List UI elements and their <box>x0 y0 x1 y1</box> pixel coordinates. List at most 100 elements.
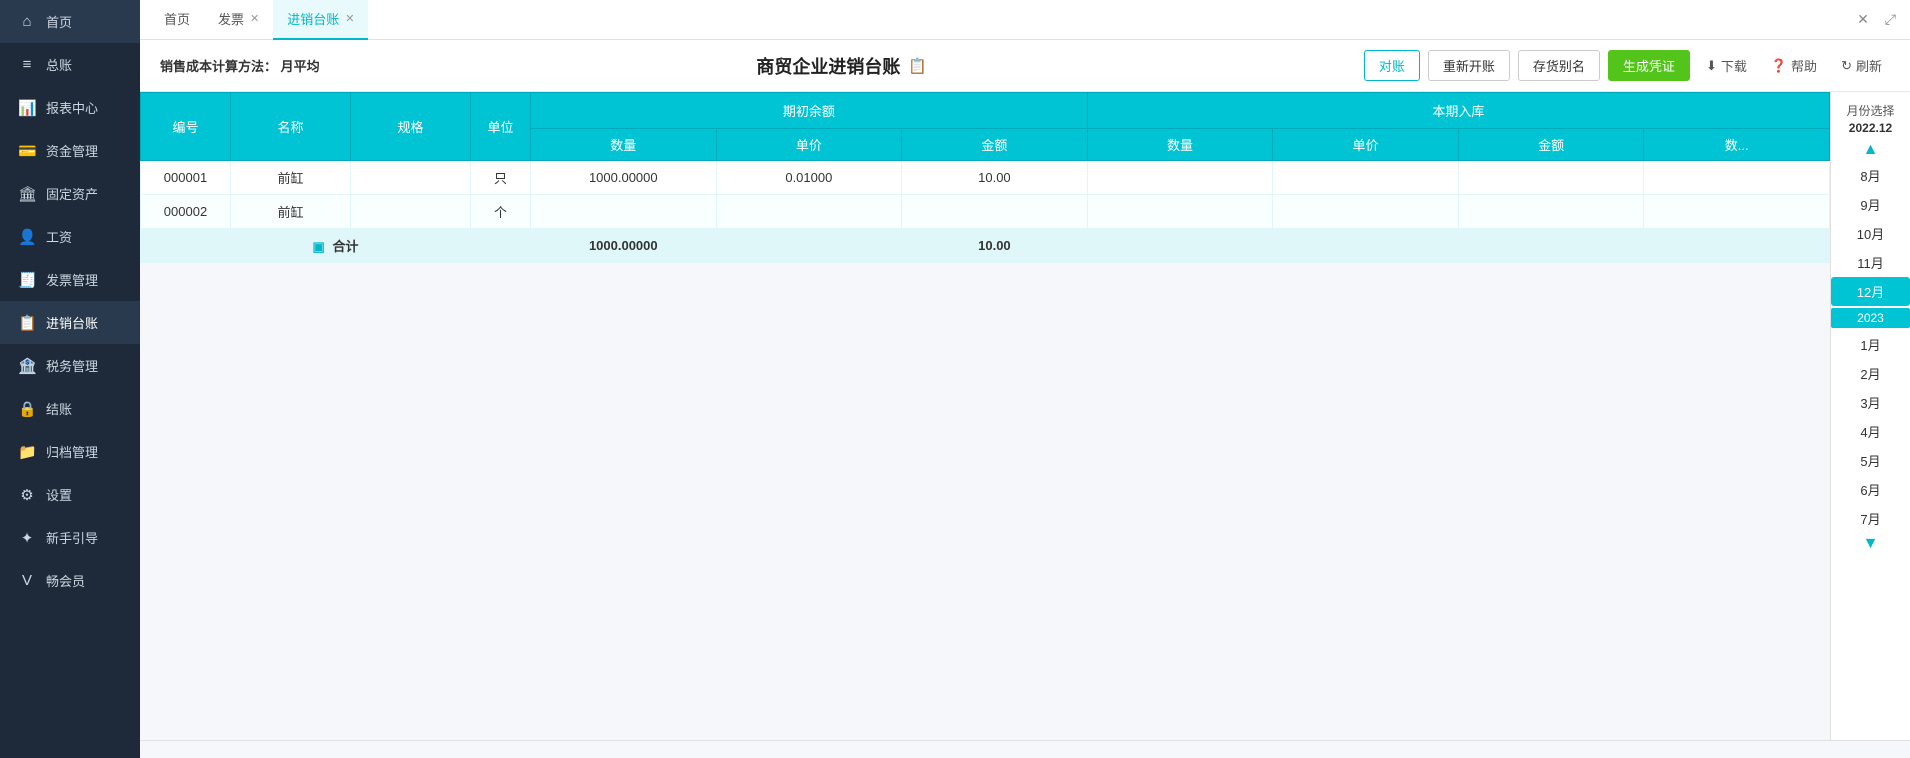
sidebar-item-close[interactable]: 🔒 结账 <box>0 387 140 430</box>
cell-in-qty <box>1087 161 1273 195</box>
cell-in-price <box>1273 195 1459 229</box>
th-id: 编号 <box>141 93 231 161</box>
sidebar-item-ledger[interactable]: ≡ 总账 <box>0 43 140 86</box>
month-item-4[interactable]: 4月 <box>1831 417 1910 446</box>
window-controls: ✕ ⤢ <box>1853 7 1900 32</box>
cell-spec <box>351 161 471 195</box>
th-init-balance: 期初余额 <box>531 93 1088 129</box>
month-item-12[interactable]: 12月 <box>1831 277 1910 306</box>
sidebar-item-salary[interactable]: 👤 工资 <box>0 215 140 258</box>
month-item-9[interactable]: 9月 <box>1831 190 1910 219</box>
cell-in-amount <box>1458 195 1644 229</box>
window-close-button[interactable]: ✕ <box>1853 7 1873 32</box>
settings-icon: ⚙ <box>18 486 36 504</box>
month-item-7[interactable]: 7月 <box>1831 504 1910 533</box>
total-in-price <box>1273 229 1459 263</box>
member-icon: V <box>18 572 36 589</box>
home-icon: ⌂ <box>18 13 36 30</box>
th-in-extra: 数... <box>1644 129 1830 161</box>
th-in-qty: 数量 <box>1087 129 1273 161</box>
funds-icon: 💳 <box>18 142 36 160</box>
th-spec: 规格 <box>351 93 471 161</box>
table-wrapper: 编号 名称 规格 单位 期初余额 本期入库 数量 单价 金额 数量 <box>140 92 1830 740</box>
total-init-amount: 10.00 <box>902 229 1088 263</box>
cell-spec <box>351 195 471 229</box>
month-item-2[interactable]: 2月 <box>1831 359 1910 388</box>
tab-home[interactable]: 首页 <box>150 0 204 40</box>
total-row: ▣ 合计 1000.00000 10.00 <box>141 229 1830 263</box>
table-row: 000002 前缸 个 <box>141 195 1830 229</box>
sidebar-item-archive[interactable]: 📁 归档管理 <box>0 430 140 473</box>
sidebar-item-member[interactable]: V 畅会员 <box>0 559 140 602</box>
refresh-button[interactable]: ↻ 刷新 <box>1833 51 1890 80</box>
reports-icon: 📊 <box>18 99 36 117</box>
th-init-qty: 数量 <box>531 129 717 161</box>
archive-icon: 📁 <box>18 443 36 461</box>
tab-purchase-sale[interactable]: 进销台账 ✕ <box>273 0 368 40</box>
help-icon: ❓ <box>1771 58 1787 74</box>
content-area: 销售成本计算方法： 月平均 商贸企业进销台账 📋 对账 重新开账 存货别名 生成… <box>140 40 1910 758</box>
month-item-5[interactable]: 5月 <box>1831 446 1910 475</box>
month-item-6[interactable]: 6月 <box>1831 475 1910 504</box>
month-selector: 月份选择 2022.12 ▲ 8月 9月 10月 11月 12月 2023 1月… <box>1830 92 1910 740</box>
sidebar-item-invoice-mgmt[interactable]: 🧾 发票管理 <box>0 258 140 301</box>
tab-purchase-sale-close[interactable]: ✕ <box>345 12 354 25</box>
cell-init-price: 0.01000 <box>716 161 902 195</box>
cell-in-price <box>1273 161 1459 195</box>
month-item-8[interactable]: 8月 <box>1831 161 1910 190</box>
tab-invoice[interactable]: 发票 ✕ <box>204 0 273 40</box>
total-init-price <box>716 229 902 263</box>
guide-icon: ✦ <box>18 529 36 547</box>
help-button[interactable]: ❓ 帮助 <box>1763 51 1825 80</box>
total-in-qty <box>1087 229 1273 263</box>
main-area: 首页 发票 ✕ 进销台账 ✕ ✕ ⤢ 销售成本计算方法： 月平均 商贸企业进销台… <box>140 0 1910 758</box>
scroll-up-button[interactable]: ▲ <box>1863 139 1879 161</box>
month-item-3[interactable]: 3月 <box>1831 388 1910 417</box>
sidebar-item-home[interactable]: ⌂ 首页 <box>0 0 140 43</box>
scroll-down-button[interactable]: ▼ <box>1863 533 1879 555</box>
month-item-1[interactable]: 1月 <box>1831 330 1910 359</box>
sidebar-item-settings[interactable]: ⚙ 设置 <box>0 473 140 516</box>
th-in-period: 本期入库 <box>1087 93 1829 129</box>
sidebar-item-purchase-sale[interactable]: 📋 进销台账 <box>0 301 140 344</box>
th-name: 名称 <box>231 93 351 161</box>
bottom-scrollbar[interactable] <box>140 740 1910 758</box>
sidebar-item-reports[interactable]: 📊 报表中心 <box>0 86 140 129</box>
cell-in-qty <box>1087 195 1273 229</box>
reset-button[interactable]: 重新开账 <box>1428 50 1510 81</box>
sidebar-item-funds[interactable]: 💳 资金管理 <box>0 129 140 172</box>
th-unit: 单位 <box>471 93 531 161</box>
cell-name: 前缸 <box>231 195 351 229</box>
month-selector-year-2022: 2022.12 <box>1849 121 1892 139</box>
window-maximize-button[interactable]: ⤢ <box>1881 7 1900 32</box>
total-extra <box>1644 229 1830 263</box>
month-item-11[interactable]: 11月 <box>1831 248 1910 277</box>
month-item-10[interactable]: 10月 <box>1831 219 1910 248</box>
cell-init-amount <box>902 195 1088 229</box>
duizhang-button[interactable]: 对账 <box>1364 50 1420 81</box>
th-in-amount: 金额 <box>1458 129 1644 161</box>
invoice-mgmt-icon: 🧾 <box>18 271 36 289</box>
title-info-icon[interactable]: 📋 <box>908 57 927 75</box>
generate-button[interactable]: 生成凭证 <box>1608 50 1690 81</box>
assets-icon: 🏛 <box>18 185 36 203</box>
month-selector-title: 月份选择 <box>1846 98 1894 121</box>
sidebar-item-guide[interactable]: ✦ 新手引导 <box>0 516 140 559</box>
tax-icon: 🏦 <box>18 357 36 375</box>
th-init-amount: 金额 <box>902 129 1088 161</box>
sidebar-item-assets[interactable]: 🏛 固定资产 <box>0 172 140 215</box>
data-table: 编号 名称 规格 单位 期初余额 本期入库 数量 单价 金额 数量 <box>140 92 1830 263</box>
sidebar-item-tax[interactable]: 🏦 税务管理 <box>0 344 140 387</box>
th-in-price: 单价 <box>1273 129 1459 161</box>
sub-header: 销售成本计算方法： 月平均 商贸企业进销台账 📋 对账 重新开账 存货别名 生成… <box>140 40 1910 92</box>
tab-bar: 首页 发票 ✕ 进销台账 ✕ ✕ ⤢ <box>140 0 1910 40</box>
page-title: 商贸企业进销台账 📋 <box>756 53 927 79</box>
table-row: 000001 前缸 只 1000.00000 0.01000 10.00 <box>141 161 1830 195</box>
th-init-price: 单价 <box>716 129 902 161</box>
download-button[interactable]: ⬇ 下载 <box>1698 51 1755 80</box>
cell-init-qty: 1000.00000 <box>531 161 717 195</box>
action-buttons: 对账 重新开账 存货别名 生成凭证 ⬇ 下载 ❓ 帮助 ↻ 刷新 <box>1364 50 1890 81</box>
total-in-amount <box>1458 229 1644 263</box>
save-alias-button[interactable]: 存货别名 <box>1518 50 1600 81</box>
tab-invoice-close[interactable]: ✕ <box>250 12 259 25</box>
